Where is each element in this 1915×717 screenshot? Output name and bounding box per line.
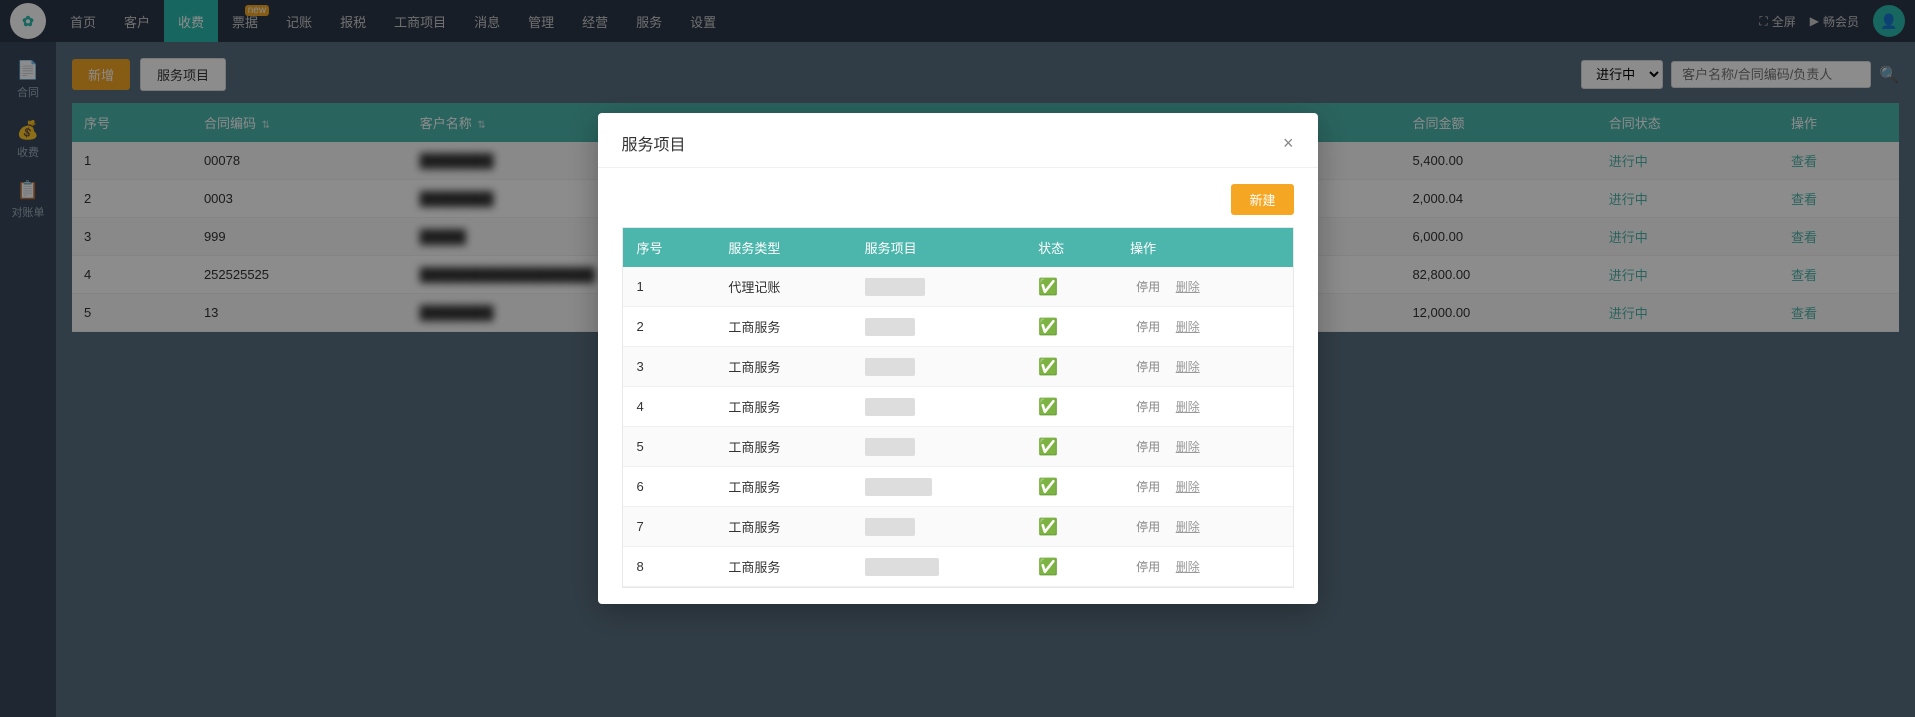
modal-cell-item: ████注册	[851, 547, 1025, 587]
modal-cell-action[interactable]: 停用 删除	[1116, 427, 1292, 467]
stop-button[interactable]: 停用	[1130, 316, 1166, 337]
modal-cell-type: 工商服务	[714, 347, 850, 387]
modal-cell-type: 代理记账	[714, 267, 850, 307]
delete-button[interactable]: 删除	[1170, 436, 1206, 457]
modal-th-item: 服务项目	[851, 228, 1025, 267]
modal-cell-type: 工商服务	[714, 307, 850, 347]
status-check-icon: ✅	[1038, 399, 1058, 416]
modal-cell-status: ✅	[1024, 307, 1116, 347]
modal-table-row: 5 工商服务 ████ ✅ 停用 删除	[623, 427, 1293, 467]
modal-cell-seq: 6	[623, 467, 715, 507]
modal-cell-seq: 7	[623, 507, 715, 547]
delete-button[interactable]: 删除	[1170, 316, 1206, 337]
modal-cell-seq: 4	[623, 387, 715, 427]
modal-cell-action[interactable]: 停用 删除	[1116, 347, 1292, 387]
modal-cell-status: ✅	[1024, 387, 1116, 427]
stop-button[interactable]: 停用	[1130, 516, 1166, 537]
modal-cell-item: ████	[851, 507, 1025, 547]
modal-cell-type: 工商服务	[714, 507, 850, 547]
modal-cell-status: ✅	[1024, 427, 1116, 467]
modal-cell-item: ████	[851, 427, 1025, 467]
modal-cell-seq: 1	[623, 267, 715, 307]
modal-cell-item: ████	[851, 307, 1025, 347]
status-check-icon: ✅	[1038, 519, 1058, 536]
modal-table-row: 1 代理记账 ████ 1 ✅ 停用 删除	[623, 267, 1293, 307]
stop-button[interactable]: 停用	[1130, 276, 1166, 297]
modal-cell-type: 工商服务	[714, 547, 850, 587]
modal-th-type: 服务类型	[714, 228, 850, 267]
modal-cell-item: ████	[851, 387, 1025, 427]
modal-cell-item: ████ 1	[851, 267, 1025, 307]
modal-cell-item: ████	[851, 347, 1025, 387]
service-items-table: 序号 服务类型 服务项目 状态 操作 1 代理记账 ████ 1 ✅ 停用 删除	[623, 228, 1293, 587]
modal-table-wrap: 序号 服务类型 服务项目 状态 操作 1 代理记账 ████ 1 ✅ 停用 删除	[622, 227, 1294, 588]
modal-th-action: 操作	[1116, 228, 1292, 267]
modal-th-status: 状态	[1024, 228, 1116, 267]
modal-close-button[interactable]: ×	[1283, 133, 1294, 154]
modal-cell-status: ✅	[1024, 347, 1116, 387]
modal-table-row: 3 工商服务 ████ ✅ 停用 删除	[623, 347, 1293, 387]
modal-overlay[interactable]: 服务项目 × 新建 序号 服务类型 服务项目 状态 操作	[0, 0, 1915, 717]
delete-button[interactable]: 删除	[1170, 516, 1206, 537]
modal-table-row: 4 工商服务 ████ ✅ 停用 删除	[623, 387, 1293, 427]
modal-cell-type: 工商服务	[714, 467, 850, 507]
modal-cell-status: ✅	[1024, 507, 1116, 547]
modal-toolbar: 新建	[622, 184, 1294, 215]
modal-cell-action[interactable]: 停用 删除	[1116, 387, 1292, 427]
modal-th-seq: 序号	[623, 228, 715, 267]
delete-button[interactable]: 删除	[1170, 276, 1206, 297]
modal-cell-status: ✅	[1024, 467, 1116, 507]
modal-cell-type: 工商服务	[714, 387, 850, 427]
status-check-icon: ✅	[1038, 479, 1058, 496]
modal-cell-item: ██████	[851, 467, 1025, 507]
modal-title: 服务项目	[622, 131, 686, 155]
status-check-icon: ✅	[1038, 559, 1058, 576]
modal-cell-action[interactable]: 停用 删除	[1116, 307, 1292, 347]
status-check-icon: ✅	[1038, 279, 1058, 296]
modal-cell-action[interactable]: 停用 删除	[1116, 507, 1292, 547]
stop-button[interactable]: 停用	[1130, 476, 1166, 497]
modal-cell-action[interactable]: 停用 删除	[1116, 467, 1292, 507]
modal-table-row: 6 工商服务 ██████ ✅ 停用 删除	[623, 467, 1293, 507]
delete-button[interactable]: 删除	[1170, 356, 1206, 377]
status-check-icon: ✅	[1038, 439, 1058, 456]
stop-button[interactable]: 停用	[1130, 436, 1166, 457]
modal-cell-seq: 8	[623, 547, 715, 587]
modal-cell-action[interactable]: 停用 删除	[1116, 267, 1292, 307]
stop-button[interactable]: 停用	[1130, 356, 1166, 377]
stop-button[interactable]: 停用	[1130, 396, 1166, 417]
delete-button[interactable]: 删除	[1170, 556, 1206, 577]
status-check-icon: ✅	[1038, 359, 1058, 376]
delete-button[interactable]: 删除	[1170, 396, 1206, 417]
status-check-icon: ✅	[1038, 319, 1058, 336]
modal-cell-seq: 2	[623, 307, 715, 347]
modal-table-row: 8 工商服务 ████注册 ✅ 停用 删除	[623, 547, 1293, 587]
modal-body: 新建 序号 服务类型 服务项目 状态 操作 1 代理记账	[598, 168, 1318, 604]
modal-cell-action[interactable]: 停用 删除	[1116, 547, 1292, 587]
delete-button[interactable]: 删除	[1170, 476, 1206, 497]
modal-table-row: 7 工商服务 ████ ✅ 停用 删除	[623, 507, 1293, 547]
modal-cell-status: ✅	[1024, 267, 1116, 307]
modal-header: 服务项目 ×	[598, 113, 1318, 168]
service-items-modal: 服务项目 × 新建 序号 服务类型 服务项目 状态 操作	[598, 113, 1318, 604]
stop-button[interactable]: 停用	[1130, 556, 1166, 577]
modal-table-row: 2 工商服务 ████ ✅ 停用 删除	[623, 307, 1293, 347]
modal-cell-status: ✅	[1024, 547, 1116, 587]
modal-cell-seq: 5	[623, 427, 715, 467]
modal-cell-seq: 3	[623, 347, 715, 387]
modal-cell-type: 工商服务	[714, 427, 850, 467]
modal-new-button[interactable]: 新建	[1231, 184, 1293, 215]
